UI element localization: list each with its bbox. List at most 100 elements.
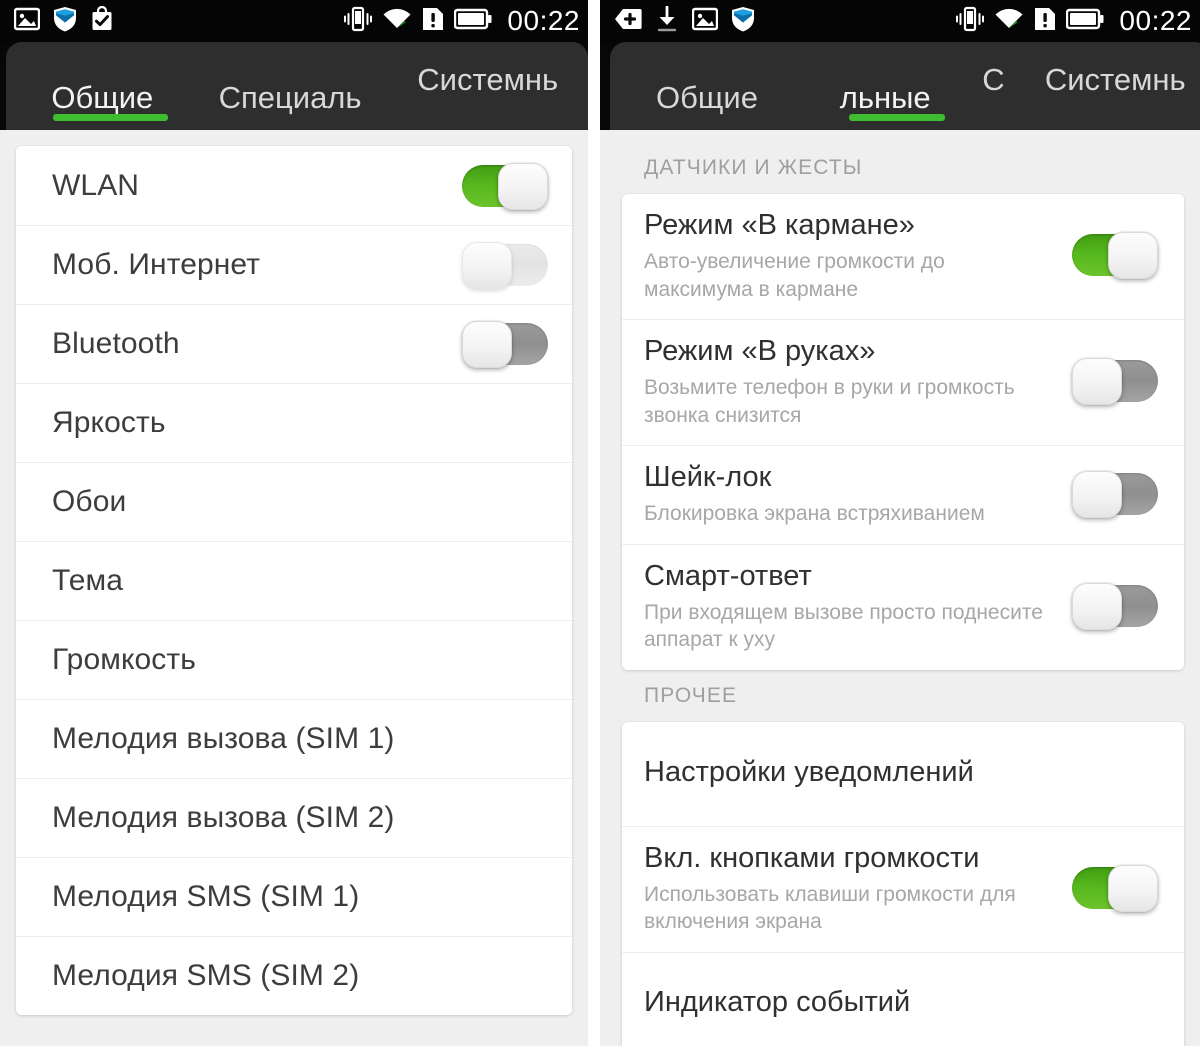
left-status-right-icons: 00:22 <box>343 5 580 37</box>
toggle-knob <box>1072 583 1122 631</box>
list-item[interactable]: Тема <box>16 541 572 620</box>
tab-label: Системнь <box>1044 62 1186 97</box>
list-item[interactable]: Шейк-лок Блокировка экрана встряхиванием <box>622 444 1184 544</box>
panel-divider <box>588 0 600 1046</box>
row-label: Тема <box>52 564 124 597</box>
row-label: WLAN <box>52 168 140 202</box>
list-item[interactable]: Вкл. кнопками громкости Использовать кла… <box>622 825 1184 952</box>
row-title: Режим «В кармане» <box>644 209 915 241</box>
row-label: Bluetooth <box>52 327 180 360</box>
tab-label: Системнь <box>417 62 559 97</box>
toggle-knob <box>1108 865 1158 913</box>
row-title: Режим «В руках» <box>644 334 876 367</box>
battery-icon <box>1066 8 1104 35</box>
active-tab-indicator <box>848 114 945 121</box>
list-item[interactable]: Индикатор событий <box>622 951 1184 1046</box>
tab-sistemnye[interactable]: Системнь <box>381 42 588 130</box>
right-phone-screen: 00:22 Общие льные С Системнь ДАТЧИКИ И Ж… <box>600 0 1200 1046</box>
row-title: Смарт-ответ <box>644 559 812 592</box>
wifi-icon <box>382 7 412 36</box>
row-title: Шейк-лок <box>644 460 772 493</box>
bluetooth-toggle[interactable] <box>462 321 548 368</box>
list-item[interactable]: Обои <box>16 462 572 541</box>
row-title: Индикатор событий <box>644 986 911 1019</box>
tab-obschie[interactable]: Общие <box>610 42 804 130</box>
shield-icon <box>53 6 77 37</box>
row-label: Мелодия вызова (SIM 1) <box>52 722 395 755</box>
left-settings-scroll[interactable]: WLAN Моб. Интернет Bluetooth Яркость Обо… <box>0 130 588 1046</box>
tab-label: льные <box>839 79 931 115</box>
toggle-knob <box>462 321 512 368</box>
vibrate-icon <box>343 6 373 37</box>
row-subtitle: Использовать клавиши громкости для включ… <box>644 882 1016 934</box>
volume-keys-wake-toggle[interactable] <box>1072 865 1158 913</box>
list-item[interactable]: Мелодия SMS (SIM 2) <box>16 936 572 1015</box>
toggle-knob <box>498 162 548 210</box>
sensors-card: Режим «В кармане» Авто-увеличение громко… <box>622 194 1184 670</box>
left-phone-screen: 00:22 Общие Специаль Системнь WLAN Моб. … <box>0 0 588 1046</box>
row-texts: Режим «В руках» Возьмите телефон в руки … <box>644 334 1072 429</box>
list-item[interactable]: Мелодия вызова (SIM 2) <box>16 778 572 857</box>
wlan-toggle[interactable] <box>462 162 548 210</box>
tab-label: Специаль <box>218 79 362 115</box>
list-item[interactable]: Смарт-ответ При входящем вызове просто п… <box>622 543 1184 670</box>
row-subtitle: Блокировка экрана встряхиванием <box>644 502 985 526</box>
row-label: Яркость <box>52 406 166 439</box>
list-item[interactable]: Режим «В кармане» Авто-увеличение громко… <box>622 194 1184 319</box>
left-tabbar-wrap: Общие Специаль Системнь <box>0 42 588 130</box>
list-item[interactable]: Режим «В руках» Возьмите телефон в руки … <box>622 318 1184 445</box>
battery-icon <box>454 8 492 35</box>
tab-label: Общие <box>656 79 758 115</box>
smart-answer-toggle[interactable] <box>1072 583 1158 631</box>
row-label: Обои <box>52 485 127 518</box>
image-icon <box>691 7 719 36</box>
left-settings-card: WLAN Моб. Интернет Bluetooth Яркость Обо… <box>16 146 572 1015</box>
row-subtitle: Авто-увеличение громкости до максимума в… <box>644 250 945 301</box>
active-tab-indicator <box>53 114 168 121</box>
row-texts: Вкл. кнопками громкости Использовать кла… <box>644 841 1072 936</box>
image-icon <box>13 7 41 36</box>
tab-obschie[interactable]: Общие <box>6 42 199 130</box>
list-item[interactable]: Яркость <box>16 383 572 462</box>
mobile-internet-toggle[interactable] <box>462 242 548 289</box>
row-label: Мелодия SMS (SIM 1) <box>52 880 360 913</box>
row-label: Моб. Интернет <box>52 248 261 281</box>
row-texts: Настройки уведомлений <box>644 755 1158 790</box>
other-card: Настройки уведомлений Вкл. кнопками гром… <box>622 721 1184 1046</box>
list-item[interactable]: Мелодия вызова (SIM 1) <box>16 699 572 778</box>
sim-alert-icon <box>421 6 445 37</box>
list-item[interactable]: Настройки уведомлений <box>622 721 1184 826</box>
tab-partial[interactable]: С <box>966 42 1020 130</box>
list-item[interactable]: Мелодия SMS (SIM 1) <box>16 857 572 936</box>
list-item[interactable]: Bluetooth <box>16 304 572 383</box>
right-status-left-icons <box>614 5 755 37</box>
right-settings-scroll[interactable]: ДАТЧИКИ И ЖЕСТЫ Режим «В кармане» Авто-у… <box>600 130 1200 1046</box>
tab-label: С <box>982 62 1005 97</box>
row-label: Мелодия вызова (SIM 2) <box>52 801 395 834</box>
shield-icon <box>731 6 755 37</box>
list-item[interactable]: WLAN <box>16 146 572 225</box>
download-icon <box>655 5 679 37</box>
toggle-knob <box>1108 232 1158 280</box>
section-header-other: ПРОЧЕЕ <box>644 683 738 707</box>
list-item[interactable]: Громкость <box>16 620 572 699</box>
right-status-clock: 00:22 <box>1119 5 1192 36</box>
left-status-left-icons <box>13 5 114 37</box>
dual-screenshot-composite: 00:22 Общие Специаль Системнь WLAN Моб. … <box>0 0 1200 1046</box>
row-subtitle: Возьмите телефон в руки и громкость звон… <box>644 376 1015 427</box>
tab-specialnye[interactable]: Специаль <box>199 42 382 130</box>
pocket-mode-toggle[interactable] <box>1072 232 1158 280</box>
shake-lock-toggle[interactable] <box>1072 470 1158 518</box>
tab-specialnye[interactable]: льные <box>804 42 966 130</box>
toggle-knob <box>1072 358 1122 406</box>
row-texts: Индикатор событий <box>644 985 1158 1020</box>
sim-alert-icon <box>1033 6 1057 37</box>
vibrate-icon <box>955 6 985 37</box>
toggle-knob <box>1072 470 1122 518</box>
right-status-right-icons: 00:22 <box>955 5 1192 37</box>
in-hands-mode-toggle[interactable] <box>1072 358 1158 406</box>
tab-label: Общие <box>51 79 154 115</box>
tab-sistemnye[interactable]: Системнь <box>1021 42 1200 130</box>
list-item[interactable]: Моб. Интернет <box>16 225 572 304</box>
left-status-clock: 00:22 <box>507 5 580 36</box>
